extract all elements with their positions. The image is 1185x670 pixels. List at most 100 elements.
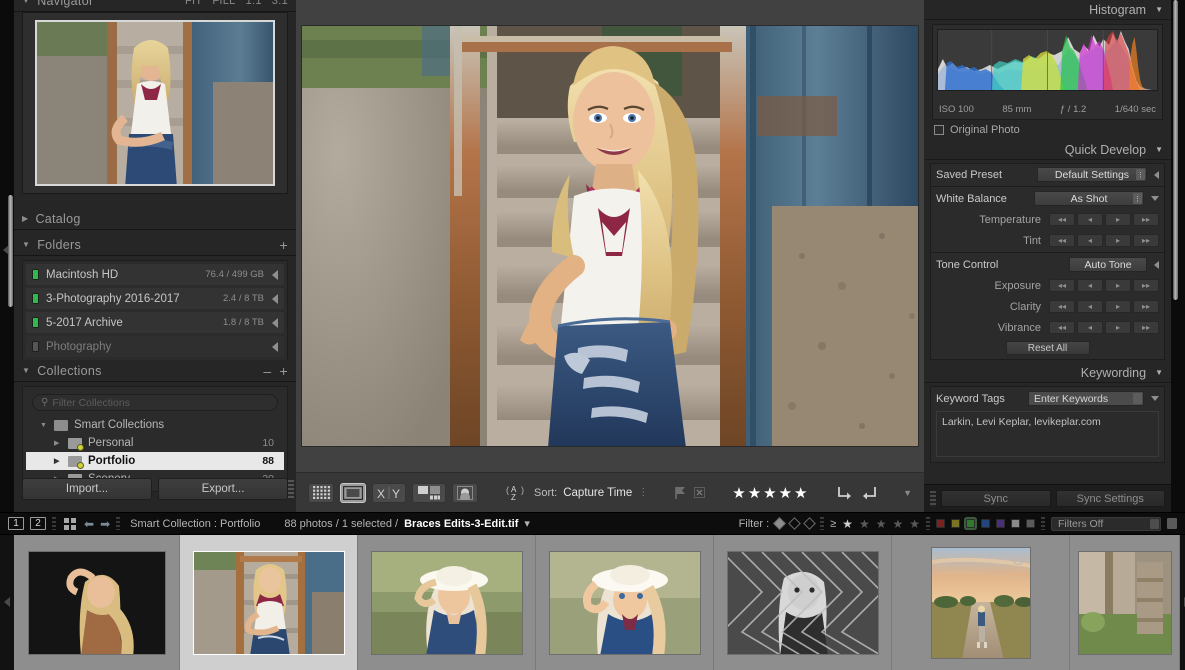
loupe-view-icon[interactable]	[340, 483, 366, 503]
color-label-purple[interactable]	[996, 519, 1005, 528]
next-photo-icon[interactable]: ➡	[100, 517, 110, 531]
vibrance-increase-large[interactable]: ▸▸	[1133, 321, 1159, 334]
expand-folder-icon[interactable]	[272, 318, 278, 328]
sync-grip-icon[interactable]	[930, 491, 936, 507]
previous-photo-icon[interactable]: ⬅	[84, 517, 94, 531]
sort-value[interactable]: Capture Time	[563, 487, 632, 499]
rating-stars[interactable]: ★★★★★	[732, 484, 809, 502]
chevron-down-icon[interactable]: ▼	[40, 422, 50, 429]
filmstrip-item[interactable]	[14, 535, 180, 670]
temperature-decrease-small[interactable]: ◂	[1077, 213, 1103, 226]
stepper-icon[interactable]: ⋮	[1133, 193, 1142, 204]
toggle-filter-bar-icon[interactable]	[1167, 518, 1177, 529]
collection-item-portfolio[interactable]: ▶ Portfolio 88	[26, 452, 284, 470]
color-label-yellow[interactable]	[951, 519, 960, 528]
right-panel-scrollbar[interactable]	[1173, 0, 1178, 300]
filmstrip-item[interactable]	[892, 535, 1070, 670]
filmstrip-item[interactable]	[536, 535, 714, 670]
chevron-right-icon[interactable]: ▶	[54, 457, 64, 465]
sync-settings-button[interactable]: Sync Settings	[1056, 490, 1166, 507]
sort-dropdown-icon[interactable]: ⋮	[638, 487, 648, 498]
smart-collections-root[interactable]: ▼ Smart Collections	[26, 416, 284, 434]
stepper-icon[interactable]	[1150, 519, 1159, 529]
rating-filter-star-4[interactable]: ★	[892, 517, 903, 531]
color-label-none[interactable]	[1011, 519, 1020, 528]
filename-dropdown-icon[interactable]: ▾	[524, 517, 530, 530]
navigator-preview[interactable]	[22, 12, 288, 194]
vibrance-decrease-large[interactable]: ◂◂	[1049, 321, 1075, 334]
collapse-tone-icon[interactable]	[1154, 261, 1159, 269]
filmstrip-thumbnail[interactable]	[28, 551, 166, 655]
temperature-decrease-large[interactable]: ◂◂	[1049, 213, 1075, 226]
white-balance-select[interactable]: As Shot ⋮	[1034, 191, 1144, 206]
chevron-down-icon[interactable]: ▼	[1155, 368, 1163, 377]
folder-row[interactable]: 5-2017 Archive 1.8 / 8 TB	[26, 312, 284, 333]
collection-item-personal[interactable]: ▶ Personal 10	[26, 434, 284, 452]
clarity-decrease-small[interactable]: ◂	[1077, 300, 1103, 313]
navigator-header[interactable]: ▼ Navigator FIT FILL 1:1 3:1	[14, 0, 296, 12]
screen-1-button[interactable]: 1	[8, 517, 24, 530]
filter-preset-select[interactable]: Filters Off	[1051, 517, 1161, 531]
keyword-input[interactable]: Enter Keywords	[1028, 391, 1144, 406]
screen-2-button[interactable]: 2	[30, 517, 46, 530]
histogram-header[interactable]: Histogram ▼	[924, 0, 1171, 20]
expand-folder-icon[interactable]	[272, 294, 278, 304]
filmstrip-item[interactable]	[358, 535, 536, 670]
folders-header[interactable]: ▼ Folders +	[14, 234, 296, 256]
export-button[interactable]: Export...	[158, 478, 288, 500]
stepper-icon[interactable]	[1133, 393, 1142, 404]
grid-icon[interactable]	[64, 518, 76, 530]
folder-row[interactable]: Macintosh HD 76.4 / 499 GB	[26, 264, 284, 285]
filmstrip-scroll-left[interactable]	[0, 535, 14, 670]
rating-filter-star-1[interactable]: ★	[842, 517, 853, 531]
flag-filter-reject-icon[interactable]	[803, 517, 816, 530]
sort-direction-icon[interactable]: ( A Z )	[504, 484, 528, 502]
compare-view-icon[interactable]: X Y	[372, 483, 406, 503]
color-label-green[interactable]	[966, 519, 975, 528]
rotate-right-icon[interactable]	[860, 485, 878, 501]
collapse-preset-icon[interactable]	[1154, 171, 1159, 179]
filmstrip-item-selected[interactable]	[180, 535, 358, 670]
expand-folder-icon[interactable]	[272, 270, 278, 280]
zoom-fill[interactable]: FILL	[212, 0, 235, 7]
expand-keywording-icon[interactable]	[1151, 396, 1159, 401]
vibrance-increase-small[interactable]: ▸	[1105, 321, 1131, 334]
exposure-decrease-large[interactable]: ◂◂	[1049, 279, 1075, 292]
toolbar-options-chevron-down-icon[interactable]: ▼	[903, 488, 912, 498]
filter-collections-input[interactable]: ⚲ Filter Collections	[32, 394, 278, 411]
exposure-increase-small[interactable]: ▸	[1105, 279, 1131, 292]
tint-decrease-large[interactable]: ◂◂	[1049, 234, 1075, 247]
chevron-right-icon[interactable]: ▶	[54, 439, 64, 447]
keyword-list[interactable]: Larkin, Levi Keplar, levikeplar.com	[936, 411, 1159, 457]
current-filename[interactable]: Braces Edits-3-Edit.tif	[404, 518, 518, 530]
filmstrip-thumbnail[interactable]	[727, 551, 879, 655]
color-label-blue[interactable]	[981, 519, 990, 528]
rating-filter-star-5[interactable]: ★	[909, 517, 920, 531]
clarity-increase-large[interactable]: ▸▸	[1133, 300, 1159, 313]
navigator-thumbnail[interactable]	[35, 20, 275, 186]
temperature-increase-large[interactable]: ▸▸	[1133, 213, 1159, 226]
tint-increase-large[interactable]: ▸▸	[1133, 234, 1159, 247]
zoom-ratio[interactable]: 3:1	[272, 0, 288, 7]
survey-view-icon[interactable]	[412, 483, 446, 503]
zoom-1to1[interactable]: 1:1	[246, 0, 262, 7]
add-folder-icon[interactable]: +	[280, 237, 288, 253]
add-collection-icon[interactable]: +	[280, 363, 288, 379]
loupe-preview-area[interactable]	[296, 0, 924, 472]
exposure-decrease-small[interactable]: ◂	[1077, 279, 1103, 292]
clarity-increase-small[interactable]: ▸	[1105, 300, 1131, 313]
expand-white-balance-icon[interactable]	[1151, 196, 1159, 201]
filmstrip-scroll-right[interactable]	[1180, 535, 1185, 670]
tint-decrease-small[interactable]: ◂	[1077, 234, 1103, 247]
keywording-header[interactable]: Keywording ▼	[924, 363, 1171, 383]
import-button[interactable]: Import...	[22, 478, 152, 500]
color-label-custom[interactable]	[1026, 519, 1035, 528]
chevron-down-icon[interactable]: ▼	[1155, 5, 1163, 14]
collections-header[interactable]: ▼ Collections – +	[14, 360, 296, 382]
flag-reject-icon[interactable]	[693, 486, 706, 500]
saved-preset-select[interactable]: Default Settings ⋮	[1037, 167, 1147, 182]
reset-all-button[interactable]: Reset All	[1006, 341, 1090, 355]
filmstrip-item[interactable]	[1070, 535, 1180, 670]
filmstrip-thumbnail[interactable]	[371, 551, 523, 655]
vibrance-decrease-small[interactable]: ◂	[1077, 321, 1103, 334]
